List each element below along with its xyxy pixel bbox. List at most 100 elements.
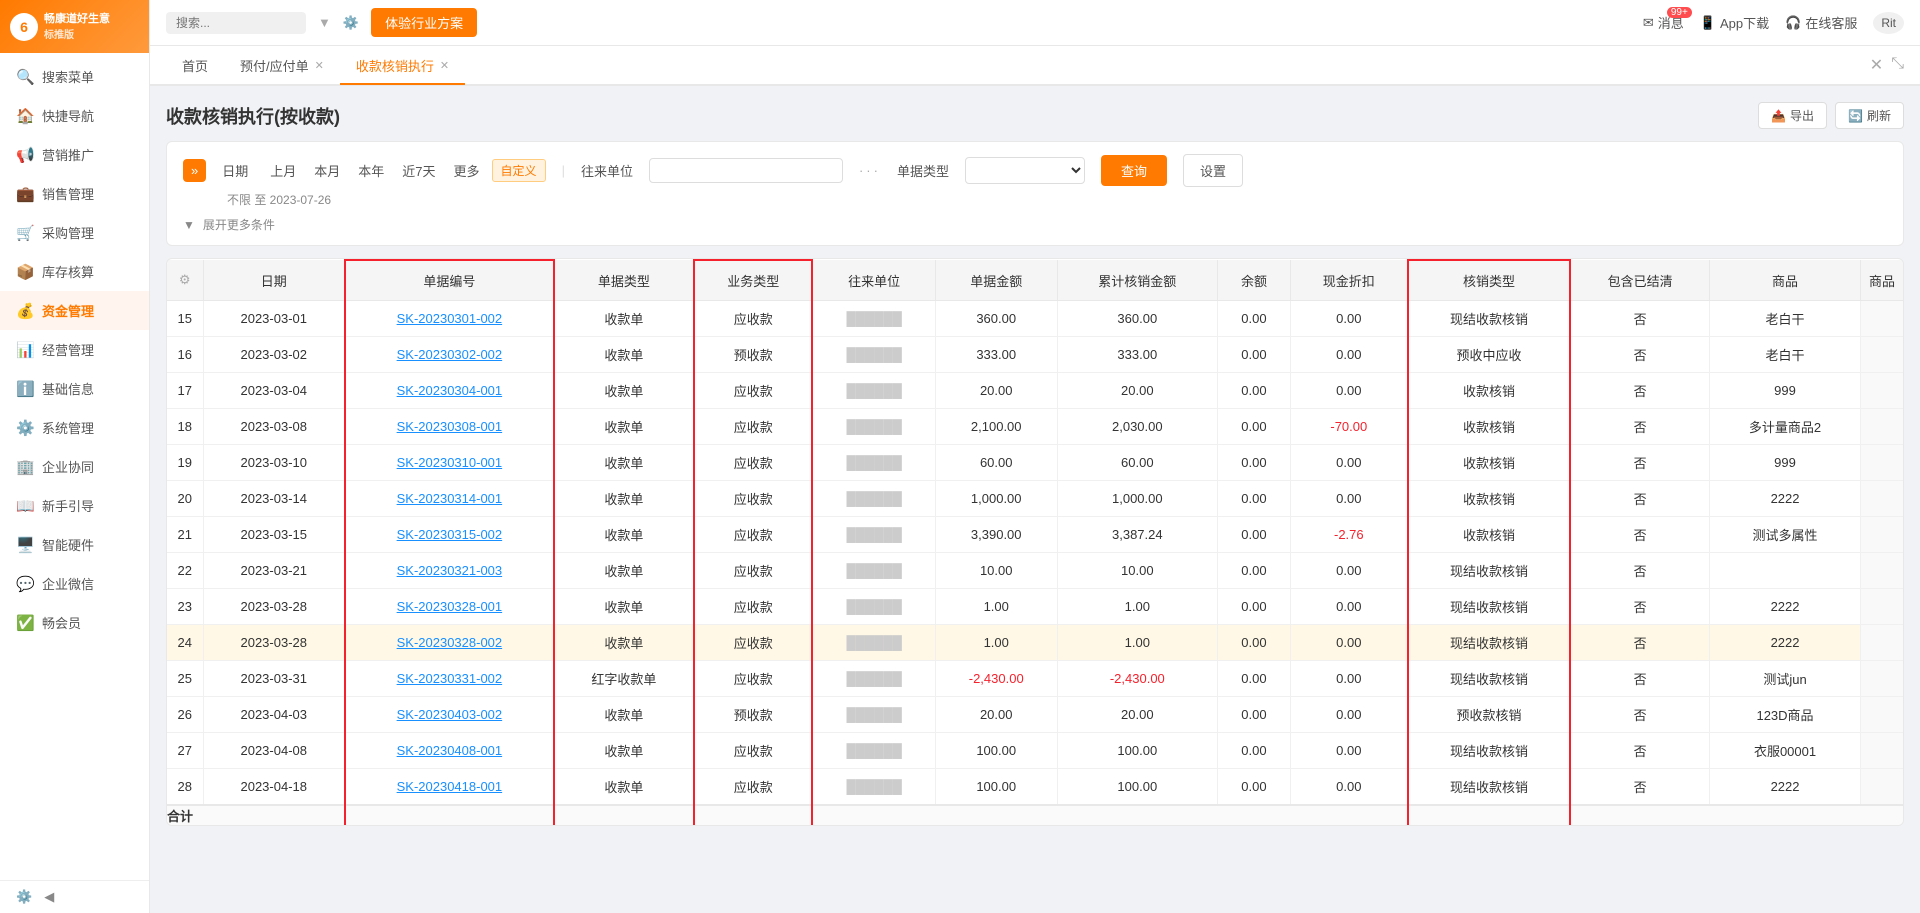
more-date-btn[interactable]: 更多 xyxy=(448,159,486,182)
cell-bill-type: 收款单 xyxy=(554,733,694,769)
sidebar-item-purchase[interactable]: 🛒 采购管理 xyxy=(0,213,149,252)
sidebar-item-hardware[interactable]: 🖥️ 智能硬件 xyxy=(0,525,149,564)
bill-no-link[interactable]: SK-20230315-002 xyxy=(397,527,503,542)
expand-more-row[interactable]: ▼ 展开更多条件 xyxy=(183,216,1887,233)
bill-type-select[interactable] xyxy=(965,157,1085,184)
collapse-icon[interactable]: ◀ xyxy=(44,889,54,905)
cell-discount: 0.00 xyxy=(1290,445,1408,481)
gear-icon[interactable]: ⚙️ xyxy=(343,15,359,31)
purchase-label: 采购管理 xyxy=(42,223,94,242)
cell-biz-type: 应收款 xyxy=(694,301,812,337)
sidebar-item-guide[interactable]: 📖 新手引导 xyxy=(0,486,149,525)
table-settings-icon[interactable]: ⚙ xyxy=(179,272,191,287)
tab-close-collection-writeoff[interactable]: ✕ xyxy=(440,59,449,72)
query-button[interactable]: 查询 xyxy=(1101,155,1167,186)
last-month-btn[interactable]: 上月 xyxy=(264,159,302,182)
messages-btn[interactable]: ✉ 消息 99+ xyxy=(1643,13,1684,32)
table-row: 17 2023-03-04 SK-20230304-001 收款单 应收款 ██… xyxy=(167,373,1903,409)
bill-no-link[interactable]: SK-20230302-002 xyxy=(397,347,503,362)
bill-no-link[interactable]: SK-20230331-002 xyxy=(397,671,503,686)
this-month-btn[interactable]: 本月 xyxy=(308,159,346,182)
cell-discount: 0.00 xyxy=(1290,301,1408,337)
tab-prepay-payable[interactable]: 预付/应付单✕ xyxy=(224,48,340,85)
bill-no-link[interactable]: SK-20230403-002 xyxy=(397,707,503,722)
tab-collection-writeoff[interactable]: 收款核销执行✕ xyxy=(340,48,465,85)
dropdown-icon[interactable]: ▼ xyxy=(318,15,331,30)
search-nav-input[interactable] xyxy=(166,12,306,34)
bill-no-link[interactable]: SK-20230418-001 xyxy=(397,779,503,794)
user-avatar[interactable]: Rit xyxy=(1873,12,1904,34)
sidebar-item-wechat[interactable]: 💬 企业微信 xyxy=(0,564,149,603)
cell-writeoff-type: 现结收款核销 xyxy=(1408,769,1570,806)
bill-no-link[interactable]: SK-20230314-001 xyxy=(397,491,503,506)
settings-icon[interactable]: ⚙️ xyxy=(16,889,32,905)
tab-home[interactable]: 首页 xyxy=(166,48,224,85)
sidebar-item-enterprise[interactable]: 🏢 企业协同 xyxy=(0,447,149,486)
bill-no-link[interactable]: SK-20230301-002 xyxy=(397,311,503,326)
cell-biz-type: 应收款 xyxy=(694,769,812,806)
settings-button[interactable]: 设置 xyxy=(1183,154,1243,187)
cell-date: 2023-03-08 xyxy=(203,409,345,445)
enterprise-label: 企业协同 xyxy=(42,457,94,476)
cell-total-writeoff: 20.00 xyxy=(1057,373,1218,409)
bill-no-link[interactable]: SK-20230328-001 xyxy=(397,599,503,614)
bill-no-link[interactable]: SK-20230321-003 xyxy=(397,563,503,578)
sidebar-item-sales[interactable]: 💼 销售管理 xyxy=(0,174,149,213)
close-window-icon[interactable]: ✕ xyxy=(1870,55,1883,75)
cell-product: 2222 xyxy=(1710,589,1861,625)
online-service-btn[interactable]: 🎧 在线客服 xyxy=(1785,13,1857,32)
data-table: ⚙ 日期 单据编号 单据类型 业务类型 往来单位 单据金额 累计核销金额 余额 … xyxy=(167,259,1903,825)
cell-bill-no: SK-20230408-001 xyxy=(345,733,554,769)
tab-close-prepay-payable[interactable]: ✕ xyxy=(315,59,324,72)
cell-product2 xyxy=(1860,553,1903,589)
sidebar-item-quick-nav[interactable]: 🏠 快捷导航 xyxy=(0,96,149,135)
table-header-row: ⚙ 日期 单据编号 单据类型 业务类型 往来单位 单据金额 累计核销金额 余额 … xyxy=(167,260,1903,301)
maximize-window-icon[interactable]: ⤡ xyxy=(1891,55,1904,75)
cell-date: 2023-03-10 xyxy=(203,445,345,481)
cell-bill-type: 收款单 xyxy=(554,589,694,625)
bill-no-link[interactable]: SK-20230308-001 xyxy=(397,419,503,434)
bill-no-link[interactable]: SK-20230310-001 xyxy=(397,455,503,470)
sidebar-item-basic-info[interactable]: ℹ️ 基础信息 xyxy=(0,369,149,408)
th-gear[interactable]: ⚙ xyxy=(167,260,203,301)
this-year-btn[interactable]: 本年 xyxy=(352,159,390,182)
cell-writeoff-type: 收款核销 xyxy=(1408,409,1570,445)
bill-no-link[interactable]: SK-20230328-002 xyxy=(397,635,503,650)
partner-input[interactable] xyxy=(649,158,843,183)
table-row: 23 2023-03-28 SK-20230328-001 收款单 应收款 ██… xyxy=(167,589,1903,625)
app-download-btn[interactable]: 📱 App下载 xyxy=(1700,13,1769,32)
data-table-container: ⚙ 日期 单据编号 单据类型 业务类型 往来单位 单据金额 累计核销金额 余额 … xyxy=(166,258,1904,826)
logo-tag: 标推版 xyxy=(44,26,110,41)
table-row: 22 2023-03-21 SK-20230321-003 收款单 应收款 ██… xyxy=(167,553,1903,589)
sidebar-item-search-menu[interactable]: 🔍 搜索菜单 xyxy=(0,57,149,96)
export-button[interactable]: 📤 导出 xyxy=(1758,102,1827,129)
cell-product2 xyxy=(1860,733,1903,769)
cell-include-settled: 否 xyxy=(1570,409,1709,445)
sidebar-item-system[interactable]: ⚙️ 系统管理 xyxy=(0,408,149,447)
industry-solution-button[interactable]: 体验行业方案 xyxy=(371,8,477,37)
last-7-days-btn[interactable]: 近7天 xyxy=(396,159,441,182)
cell-writeoff-type: 收款核销 xyxy=(1408,373,1570,409)
page-title-bar: 收款核销执行(按收款) 📤 导出 🔄 刷新 xyxy=(166,102,1904,129)
bill-no-link[interactable]: SK-20230304-001 xyxy=(397,383,503,398)
page-actions: 📤 导出 🔄 刷新 xyxy=(1758,102,1904,129)
th-biz-type: 业务类型 xyxy=(694,260,812,301)
filter-expand-button[interactable]: » xyxy=(183,159,206,182)
purchase-icon: 🛒 xyxy=(16,224,34,242)
th-bill-type: 单据类型 xyxy=(554,260,694,301)
sidebar-item-marketing[interactable]: 📢 营销推广 xyxy=(0,135,149,174)
sidebar-item-business[interactable]: 📊 经营管理 xyxy=(0,330,149,369)
refresh-button[interactable]: 🔄 刷新 xyxy=(1835,102,1904,129)
cell-partner: ██████ xyxy=(812,697,935,733)
sidebar-item-inventory[interactable]: 📦 库存核算 xyxy=(0,252,149,291)
sidebar-item-finance[interactable]: 💰 资金管理 xyxy=(0,291,149,330)
cell-bill-type: 收款单 xyxy=(554,481,694,517)
cell-total-writeoff: 1.00 xyxy=(1057,625,1218,661)
bill-no-link[interactable]: SK-20230408-001 xyxy=(397,743,503,758)
cell-amount: 333.00 xyxy=(935,337,1057,373)
cell-total-writeoff: 1,000.00 xyxy=(1057,481,1218,517)
cell-balance: 0.00 xyxy=(1218,625,1291,661)
cell-product2 xyxy=(1860,409,1903,445)
cell-balance: 0.00 xyxy=(1218,517,1291,553)
sidebar-item-member[interactable]: ✅ 畅会员 xyxy=(0,603,149,642)
